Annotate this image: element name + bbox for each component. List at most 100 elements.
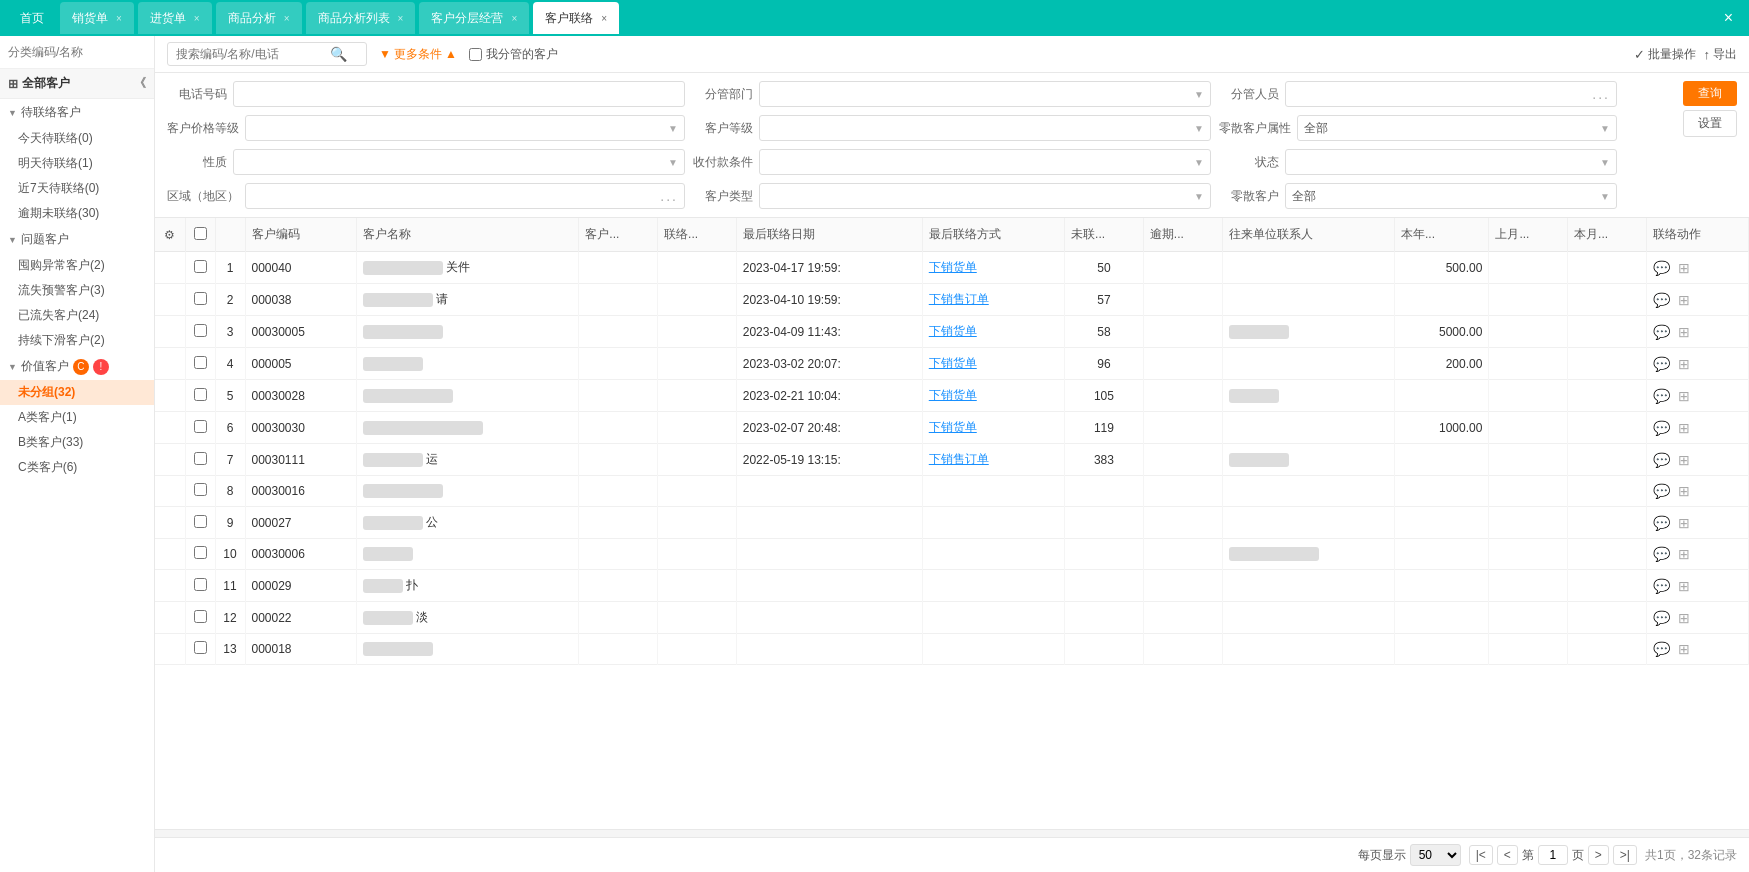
sidebar-problem-group[interactable]: ▼ 问题客户 <box>0 226 154 253</box>
tab-customer-segment[interactable]: 客户分层经营 × <box>419 2 529 34</box>
contact-method-link[interactable]: 下销货单 <box>929 356 977 370</box>
contact-more-icon[interactable]: ⊞ <box>1678 356 1690 372</box>
scrollbar[interactable] <box>155 829 1749 837</box>
tab-customer-segment-close[interactable]: × <box>511 13 517 24</box>
batch-operation-button[interactable]: ✓ 批量操作 <box>1634 46 1696 63</box>
search-input[interactable] <box>176 47 326 61</box>
sidebar-value-group[interactable]: ▼ 价值客户 C ! <box>0 353 154 380</box>
sidebar-pending-group[interactable]: ▼ 待联络客户 <box>0 99 154 126</box>
contact-chat-icon[interactable]: 💬 <box>1653 452 1670 468</box>
more-conditions-button[interactable]: ▼ 更多条件 ▲ <box>379 46 457 63</box>
contact-chat-icon[interactable]: 💬 <box>1653 578 1670 594</box>
tab-customer-contact[interactable]: 客户联络 × <box>533 2 619 34</box>
contact-chat-icon[interactable]: 💬 <box>1653 546 1670 562</box>
contact-method-link[interactable]: 下销货单 <box>929 388 977 402</box>
contact-more-icon[interactable]: ⊞ <box>1678 546 1690 562</box>
my-customers-checkbox[interactable] <box>469 48 482 61</box>
row-checkbox[interactable] <box>194 578 207 591</box>
staff-input[interactable]: ... <box>1285 81 1617 107</box>
search-input-icon[interactable]: 🔍 <box>330 46 347 62</box>
contact-more-icon[interactable]: ⊞ <box>1678 260 1690 276</box>
row-checkbox[interactable] <box>194 292 207 305</box>
contact-chat-icon[interactable]: 💬 <box>1653 641 1670 657</box>
tab-sales[interactable]: 销货单 × <box>60 2 134 34</box>
contact-chat-icon[interactable]: 💬 <box>1653 420 1670 436</box>
sidebar-item-declining[interactable]: 持续下滑客户(2) <box>0 328 154 353</box>
select-all-checkbox[interactable] <box>194 227 207 240</box>
contact-more-icon[interactable]: ⊞ <box>1678 483 1690 499</box>
contact-more-icon[interactable]: ⊞ <box>1678 452 1690 468</box>
phone-input[interactable] <box>233 81 685 107</box>
sidebar-item-ungroup[interactable]: 未分组(32) <box>0 380 154 405</box>
tab-goods-analysis-list-close[interactable]: × <box>398 13 404 24</box>
status-select[interactable]: ▼ <box>1285 149 1617 175</box>
row-checkbox[interactable] <box>194 260 207 273</box>
retail-attr-select[interactable]: 全部 ▼ <box>1297 115 1617 141</box>
row-checkbox[interactable] <box>194 515 207 528</box>
gender-select[interactable]: ▼ <box>233 149 685 175</box>
sidebar-item-b-class[interactable]: B类客户(33) <box>0 430 154 455</box>
row-checkbox[interactable] <box>194 483 207 496</box>
row-checkbox[interactable] <box>194 388 207 401</box>
dept-select[interactable]: ▼ <box>759 81 1211 107</box>
payment-select[interactable]: ▼ <box>759 149 1211 175</box>
close-window-button[interactable]: × <box>1716 5 1741 31</box>
contact-method-link[interactable]: 下销货单 <box>929 420 977 434</box>
sidebar-item-today[interactable]: 今天待联络(0) <box>0 126 154 151</box>
sidebar-item-7days[interactable]: 近7天待联络(0) <box>0 176 154 201</box>
sidebar-all-customers[interactable]: ⊞ 全部客户 《 <box>0 69 154 99</box>
collapse-icon[interactable]: 《 <box>134 75 146 92</box>
row-checkbox[interactable] <box>194 452 207 465</box>
sidebar-item-churned[interactable]: 已流失客户(24) <box>0 303 154 328</box>
tab-purchase-close[interactable]: × <box>194 13 200 24</box>
contact-chat-icon[interactable]: 💬 <box>1653 324 1670 340</box>
contact-more-icon[interactable]: ⊞ <box>1678 578 1690 594</box>
sidebar-item-tomorrow[interactable]: 明天待联络(1) <box>0 151 154 176</box>
per-page-select[interactable]: 50 20 100 <box>1410 844 1461 866</box>
tab-goods-analysis-close[interactable]: × <box>284 13 290 24</box>
sidebar-item-a-class[interactable]: A类客户(1) <box>0 405 154 430</box>
customer-type-select[interactable]: ▼ <box>759 183 1211 209</box>
sidebar-item-churn-warning[interactable]: 流失预警客户(3) <box>0 278 154 303</box>
tab-home[interactable]: 首页 <box>8 2 56 34</box>
export-button[interactable]: ↑ 导出 <box>1704 46 1738 63</box>
tab-goods-analysis[interactable]: 商品分析 × <box>216 2 302 34</box>
contact-chat-icon[interactable]: 💬 <box>1653 260 1670 276</box>
retail-customer-select[interactable]: 全部 ▼ <box>1285 183 1617 209</box>
region-input[interactable]: ... <box>245 183 685 209</box>
next-page-button[interactable]: > <box>1588 845 1609 865</box>
contact-more-icon[interactable]: ⊞ <box>1678 641 1690 657</box>
row-checkbox[interactable] <box>194 641 207 654</box>
price-grade-select[interactable]: ▼ <box>245 115 685 141</box>
tab-purchase[interactable]: 进货单 × <box>138 2 212 34</box>
contact-more-icon[interactable]: ⊞ <box>1678 388 1690 404</box>
tab-sales-close[interactable]: × <box>116 13 122 24</box>
page-number-input[interactable] <box>1538 845 1568 865</box>
tab-goods-analysis-list[interactable]: 商品分析列表 × <box>306 2 416 34</box>
sidebar-item-abnormal[interactable]: 囤购异常客户(2) <box>0 253 154 278</box>
contact-more-icon[interactable]: ⊞ <box>1678 610 1690 626</box>
prev-page-button[interactable]: < <box>1497 845 1518 865</box>
row-checkbox[interactable] <box>194 420 207 433</box>
contact-chat-icon[interactable]: 💬 <box>1653 388 1670 404</box>
reset-button[interactable]: 设置 <box>1683 110 1737 137</box>
contact-chat-icon[interactable]: 💬 <box>1653 356 1670 372</box>
column-gear[interactable]: ⚙ <box>155 218 185 252</box>
contact-chat-icon[interactable]: 💬 <box>1653 515 1670 531</box>
contact-chat-icon[interactable]: 💬 <box>1653 610 1670 626</box>
customer-grade-select[interactable]: ▼ <box>759 115 1211 141</box>
first-page-button[interactable]: |< <box>1469 845 1493 865</box>
contact-method-link[interactable]: 下销售订单 <box>929 292 989 306</box>
contact-method-link[interactable]: 下销售订单 <box>929 452 989 466</box>
contact-more-icon[interactable]: ⊞ <box>1678 292 1690 308</box>
sidebar-item-overdue[interactable]: 逾期未联络(30) <box>0 201 154 226</box>
contact-more-icon[interactable]: ⊞ <box>1678 515 1690 531</box>
row-checkbox[interactable] <box>194 324 207 337</box>
contact-more-icon[interactable]: ⊞ <box>1678 324 1690 340</box>
sidebar-item-c-class[interactable]: C类客户(6) <box>0 455 154 480</box>
contact-method-link[interactable]: 下销货单 <box>929 260 977 274</box>
row-checkbox[interactable] <box>194 610 207 623</box>
row-checkbox[interactable] <box>194 356 207 369</box>
tab-customer-contact-close[interactable]: × <box>601 13 607 24</box>
query-button[interactable]: 查询 <box>1683 81 1737 106</box>
